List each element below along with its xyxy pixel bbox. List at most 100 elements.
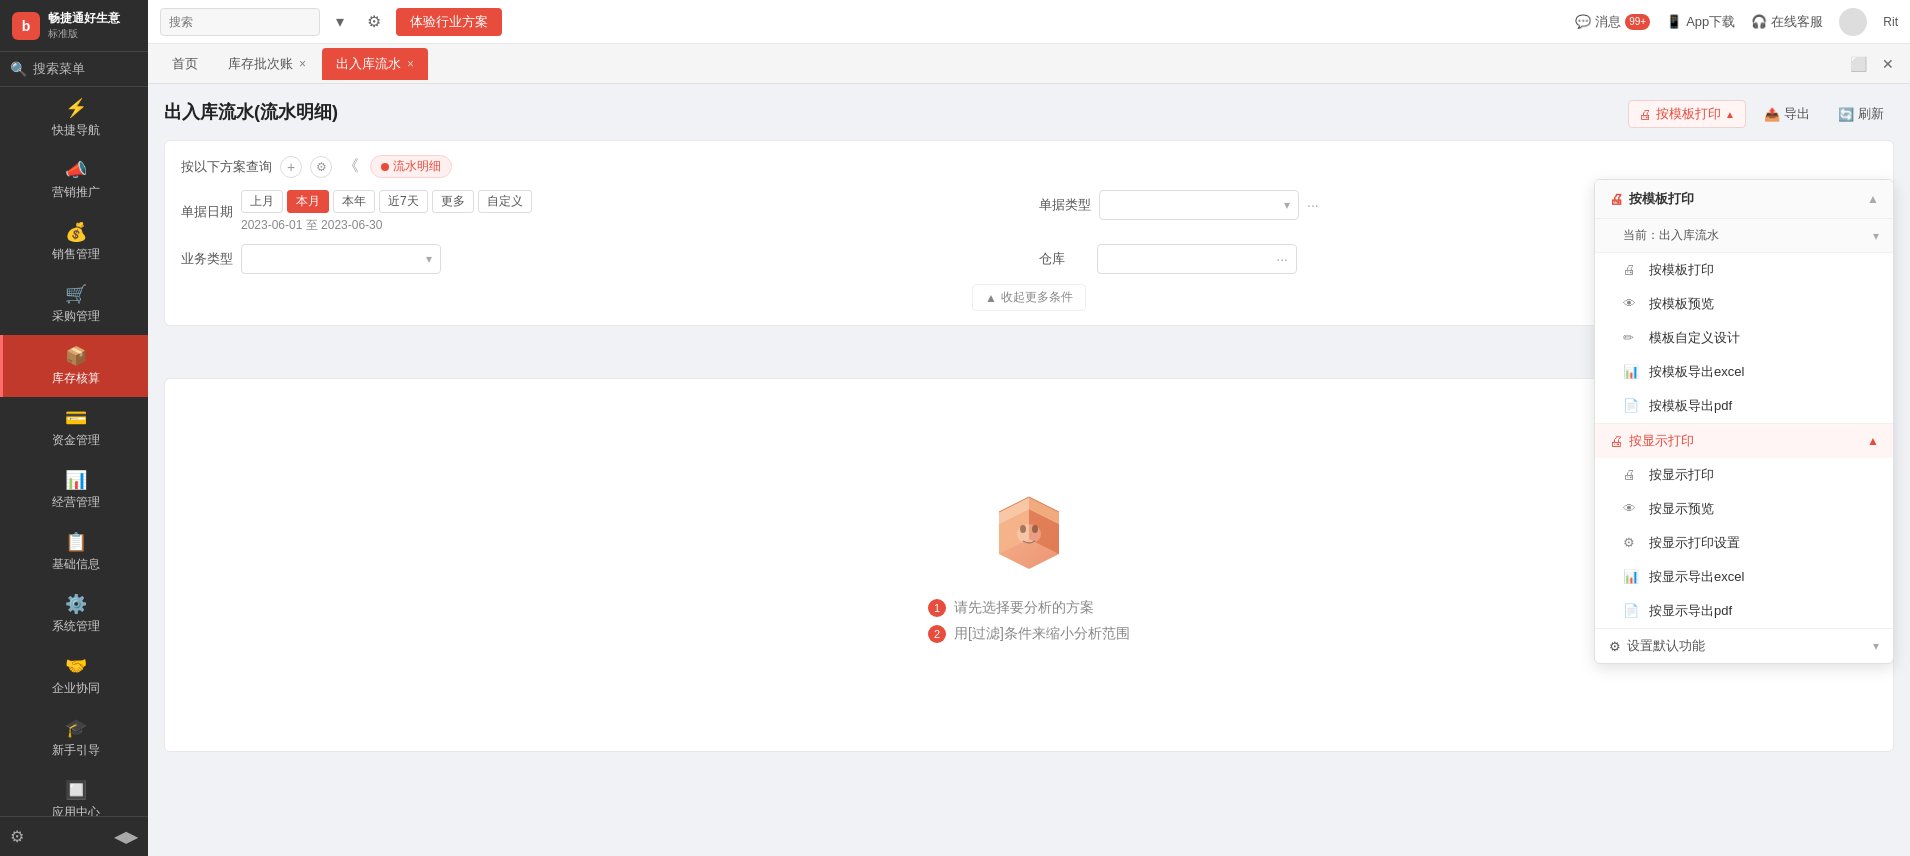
template-preview-icon: 👁 xyxy=(1623,296,1639,312)
filter-warehouse-input[interactable]: ··· xyxy=(1097,244,1297,274)
content-toolbar: 🖨 按模板打印 ▲ 📤 导出 🔄 刷新 xyxy=(1628,100,1894,128)
dropdown-template-print-label: 按模板打印 xyxy=(1649,261,1714,279)
topbar-gear-btn[interactable]: ⚙ xyxy=(360,8,388,36)
step-1-num: 1 xyxy=(928,599,946,617)
sidebar-item-enterprise[interactable]: 🤝 企业协同 xyxy=(0,645,148,707)
finance-icon: 💳 xyxy=(65,407,87,429)
date-btn-custom[interactable]: 自定义 xyxy=(478,190,532,213)
dropdown-display-export-pdf[interactable]: 📄 按显示导出pdf xyxy=(1595,594,1893,628)
export-btn[interactable]: 📤 导出 xyxy=(1754,101,1820,127)
sidebar-item-finance[interactable]: 💳 资金管理 xyxy=(0,397,148,459)
date-btn-more[interactable]: 更多 xyxy=(432,190,474,213)
sidebar-item-operations[interactable]: 📊 经营管理 xyxy=(0,459,148,521)
sidebar-item-sales[interactable]: 💰 销售管理 xyxy=(0,211,148,273)
dropdown-template-preview[interactable]: 👁 按模板预览 xyxy=(1595,287,1893,321)
dropdown-template-print[interactable]: 🖨 按模板打印 xyxy=(1595,253,1893,287)
dropdown-display-export-excel[interactable]: 📊 按显示导出excel xyxy=(1595,560,1893,594)
dropdown-footer-left: ⚙ 设置默认功能 xyxy=(1609,637,1705,655)
topbar-search-input[interactable] xyxy=(160,8,320,36)
sidebar-item-quick-nav-label: 快捷导航 xyxy=(52,122,100,139)
sidebar-item-marketing[interactable]: 📣 营销推广 xyxy=(0,149,148,211)
dropdown-template-custom[interactable]: ✏ 模板自定义设计 xyxy=(1595,321,1893,355)
warehouse-dots[interactable]: ··· xyxy=(1276,251,1288,267)
customer-service-btn[interactable]: 🎧 在线客服 xyxy=(1751,13,1823,31)
tab-maximize-btn[interactable]: ⬜ xyxy=(1846,52,1870,76)
filter-biz-type-select[interactable]: ▾ xyxy=(241,244,441,274)
sidebar-search-label: 搜索菜单 xyxy=(33,60,85,78)
tab-home[interactable]: 首页 xyxy=(158,48,212,80)
dropdown-template-export-excel[interactable]: 📊 按模板导出excel xyxy=(1595,355,1893,389)
dropdown-collapse-arrow[interactable]: ▲ xyxy=(1867,192,1879,206)
sidebar-item-system[interactable]: ⚙️ 系统管理 xyxy=(0,583,148,645)
brand-sub: 标准版 xyxy=(48,27,120,40)
filter-date-range: 2023-06-01 至 2023-06-30 xyxy=(241,217,532,234)
sidebar-item-guide[interactable]: 🎓 新手引导 xyxy=(0,707,148,769)
set-default-icon: ⚙ xyxy=(1609,639,1621,654)
dropdown-display-group-header[interactable]: 🖨 按显示打印 ▲ xyxy=(1595,424,1893,458)
filter-tag-label: 流水明细 xyxy=(393,158,441,175)
template-custom-icon: ✏ xyxy=(1623,330,1639,346)
logo-text: 畅捷通好生意 标准版 xyxy=(48,11,120,40)
sidebar-item-basic-info[interactable]: 📋 基础信息 xyxy=(0,521,148,583)
refresh-btn[interactable]: 🔄 刷新 xyxy=(1828,101,1894,127)
sidebar: b 畅捷通好生意 标准版 🔍 搜索菜单 ⚡ 快捷导航 📣 营销推广 💰 销售管理… xyxy=(0,0,148,856)
message-btn[interactable]: 💬 消息 99+ xyxy=(1575,13,1650,31)
avatar xyxy=(1839,8,1867,36)
sidebar-search[interactable]: 🔍 搜索菜单 xyxy=(0,52,148,87)
display-preview-icon: 👁 xyxy=(1623,501,1639,517)
step-2-label: 用[过滤]条件来缩小分析范围 xyxy=(954,625,1130,643)
date-btn-this-month[interactable]: 本月 xyxy=(287,190,329,213)
sidebar-item-guide-label: 新手引导 xyxy=(52,742,100,759)
sidebar-item-purchase[interactable]: 🛒 采购管理 xyxy=(0,273,148,335)
dropdown-display-print-settings[interactable]: ⚙ 按显示打印设置 xyxy=(1595,526,1893,560)
date-btn-this-year[interactable]: 本年 xyxy=(333,190,375,213)
template-excel-icon: 📊 xyxy=(1623,364,1639,380)
tab-inventory-batch-close[interactable]: × xyxy=(299,57,306,71)
filter-date-btns: 上月 本月 本年 近7天 更多 自定义 xyxy=(241,190,532,213)
topbar: ▾ ⚙ 体验行业方案 💬 消息 99+ 📱 App下载 🎧 在线客服 Rit xyxy=(148,0,1910,44)
dropdown-display-print[interactable]: 🖨 按显示打印 xyxy=(1595,458,1893,492)
sidebar-item-quick-nav[interactable]: ⚡ 快捷导航 xyxy=(0,87,148,149)
filter-settings-btn[interactable]: ⚙ xyxy=(310,156,332,178)
sidebar-settings-icon[interactable]: ⚙ xyxy=(10,827,24,846)
filter-doc-type-dots[interactable]: ··· xyxy=(1307,197,1319,213)
sidebar-item-inventory-label: 库存核算 xyxy=(52,370,100,387)
dropdown-set-default-label: 设置默认功能 xyxy=(1627,637,1705,655)
dropdown-template-preview-label: 按模板预览 xyxy=(1649,295,1714,313)
dropdown-footer[interactable]: ⚙ 设置默认功能 ▾ xyxy=(1595,629,1893,663)
dropdown-display-group: 🖨 按显示打印 ▲ 🖨 按显示打印 👁 按显示预览 ⚙ 按显示打印设置 xyxy=(1595,424,1893,629)
date-btn-7days[interactable]: 近7天 xyxy=(379,190,428,213)
tab-close-btn[interactable]: ✕ xyxy=(1876,52,1900,76)
topbar-dropdown-btn[interactable]: ▾ xyxy=(328,10,352,34)
sidebar-item-finance-label: 资金管理 xyxy=(52,432,100,449)
tab-inout-flow[interactable]: 出入库流水 × xyxy=(322,48,428,80)
sidebar-item-inventory[interactable]: 📦 库存核算 xyxy=(0,335,148,397)
app-download-btn[interactable]: 📱 App下载 xyxy=(1666,13,1735,31)
dropdown-current-item: 当前：出入库流水 ▾ xyxy=(1595,219,1893,253)
search-icon: 🔍 xyxy=(10,61,27,77)
filter-tag[interactable]: 流水明细 xyxy=(370,155,452,178)
industry-btn[interactable]: 体验行业方案 xyxy=(396,8,502,36)
sidebar-toggle-icon[interactable]: ◀▶ xyxy=(114,827,138,846)
filter-collapse-btn[interactable]: ▲ 收起更多条件 xyxy=(972,284,1086,311)
dropdown-template-export-pdf[interactable]: 📄 按模板导出pdf xyxy=(1595,389,1893,423)
filter-add-btn[interactable]: + xyxy=(280,156,302,178)
date-btn-last-month[interactable]: 上月 xyxy=(241,190,283,213)
template-print-btn[interactable]: 🖨 按模板打印 ▲ xyxy=(1628,100,1746,128)
filter-warehouse-label: 仓库 xyxy=(1039,250,1089,268)
tab-inventory-batch[interactable]: 库存批次账 × xyxy=(214,48,320,80)
main: ▾ ⚙ 体验行业方案 💬 消息 99+ 📱 App下载 🎧 在线客服 Rit xyxy=(148,0,1910,856)
sidebar-item-enterprise-label: 企业协同 xyxy=(52,680,100,697)
refresh-label: 刷新 xyxy=(1858,105,1884,123)
inventory-icon: 📦 xyxy=(65,345,87,367)
refresh-icon: 🔄 xyxy=(1838,107,1854,122)
chevron-down-icon: ▾ xyxy=(1284,198,1290,212)
username[interactable]: Rit xyxy=(1883,15,1898,29)
dropdown-header-left: 🖨 按模板打印 xyxy=(1609,190,1694,208)
dropdown-display-group-label: 按显示打印 xyxy=(1629,432,1694,450)
filter-doc-type-select[interactable]: ▾ xyxy=(1099,190,1299,220)
dropdown-display-preview[interactable]: 👁 按显示预览 xyxy=(1595,492,1893,526)
sidebar-item-app-center[interactable]: 🔲 应用中心 xyxy=(0,769,148,816)
tab-inout-flow-close[interactable]: × xyxy=(407,57,414,71)
filter-collapse-icon[interactable]: 《 xyxy=(340,156,362,178)
